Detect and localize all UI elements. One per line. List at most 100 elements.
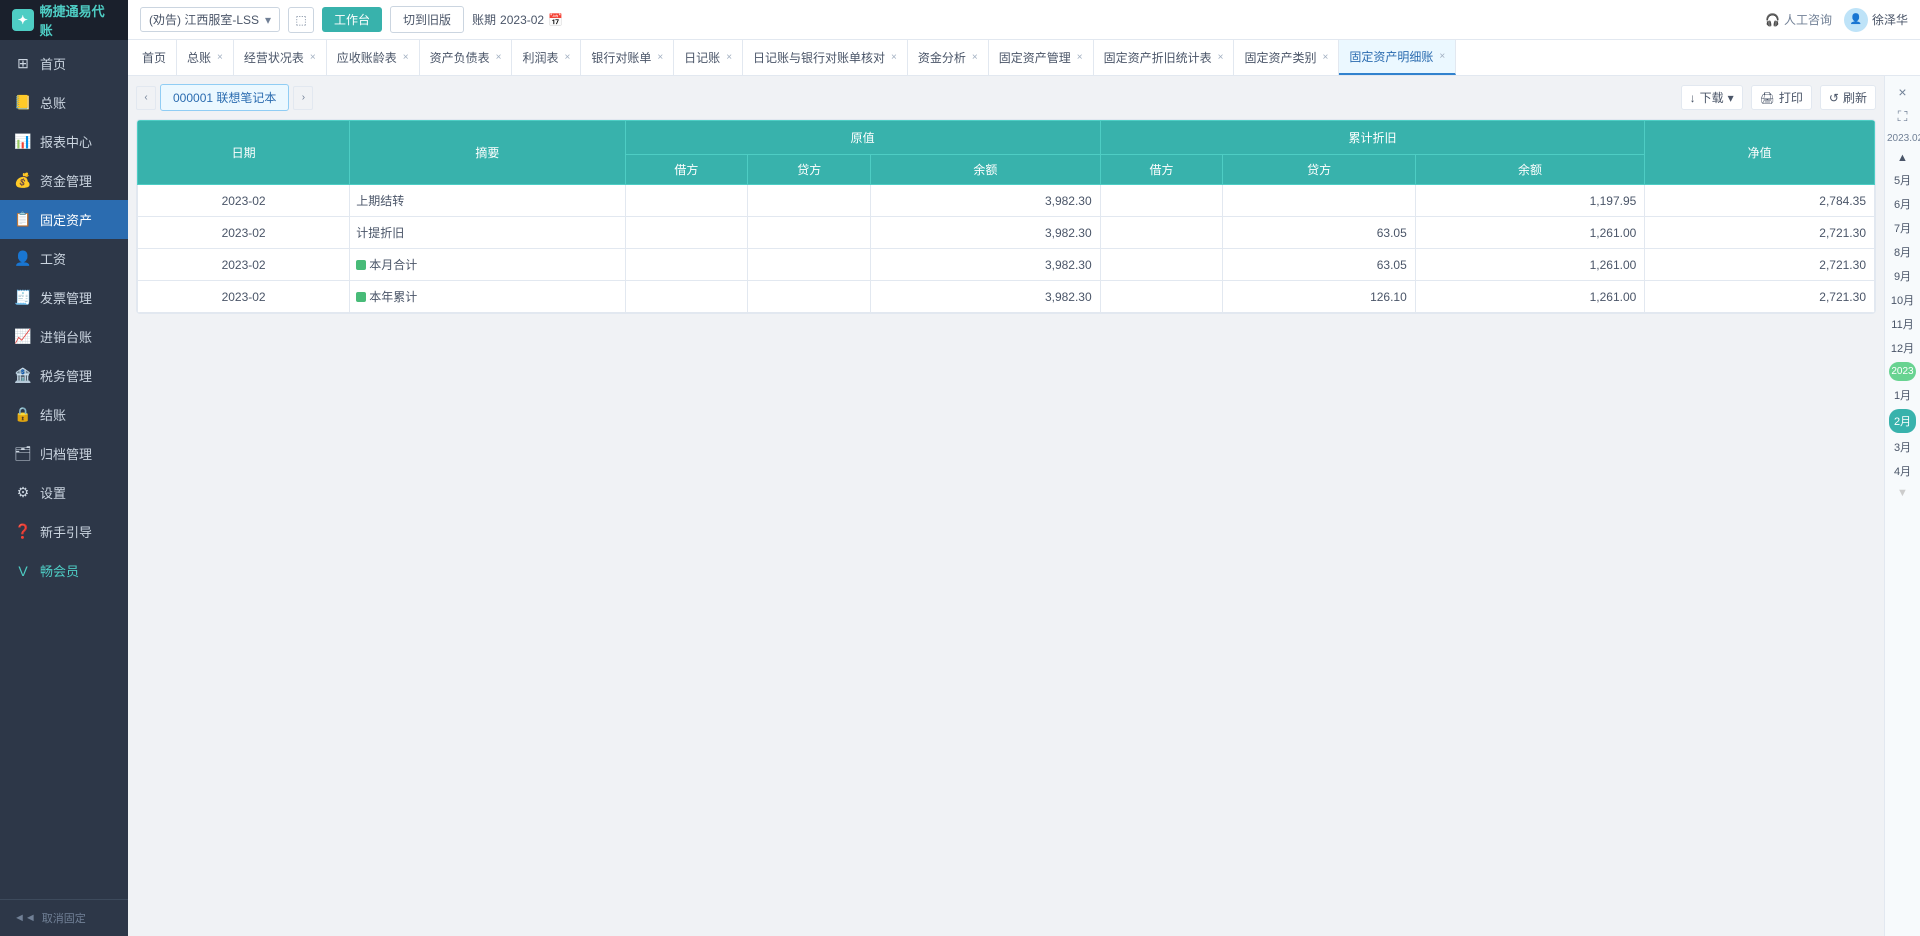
side-panel-period-top[interactable]: 2023.02 bbox=[1885, 129, 1920, 148]
tab-close-fixed-mgmt[interactable]: × bbox=[1077, 52, 1083, 63]
user-menu[interactable]: 👤 徐泽华 bbox=[1844, 8, 1908, 32]
tab-label-home: 首页 bbox=[142, 49, 166, 66]
side-panel-month-10[interactable]: 10月 bbox=[1885, 288, 1920, 312]
sidebar-item-ledger[interactable]: 📒 总账 bbox=[0, 83, 128, 122]
refresh-button[interactable]: ↺ 刷新 bbox=[1820, 85, 1876, 110]
sidebar-item-fixed-assets[interactable]: 📋固定资产 bbox=[0, 200, 128, 239]
tab-journal[interactable]: 日记账× bbox=[674, 40, 743, 75]
sidebar-item-sales-ledger[interactable]: 📈进销台账 bbox=[0, 317, 128, 356]
side-panel-down-arrow[interactable]: ▼ bbox=[1885, 483, 1920, 503]
tab-close-journal-bank[interactable]: × bbox=[891, 52, 897, 63]
copy-button[interactable]: ⬚ bbox=[288, 7, 314, 33]
side-panel-month-8[interactable]: 8月 bbox=[1885, 240, 1920, 264]
tab-label-fixed-mgmt: 固定资产管理 bbox=[999, 49, 1071, 66]
fixed-asset-detail-table: 日期 摘要 原值 累计折旧 净值 借方 贷方 余额 借方 贷方 余额 bbox=[137, 120, 1875, 313]
tab-close-receivable[interactable]: × bbox=[403, 52, 409, 63]
tab-fund-analysis[interactable]: 资金分析× bbox=[908, 40, 989, 75]
print-icon: 🖨 bbox=[1760, 91, 1775, 105]
cell-summary-1: 计提折旧 bbox=[350, 217, 625, 249]
sidebar-item-tax[interactable]: 🏦税务管理 bbox=[0, 356, 128, 395]
side-panel-month-2-active[interactable]: 2月 bbox=[1889, 409, 1916, 433]
side-panel-month-4[interactable]: 4月 bbox=[1885, 459, 1920, 483]
content-main: ‹ 000001 联想笔记本 › ↓ 下载 ▾ 🖨 打印 ↺ 刷新 bbox=[128, 76, 1884, 936]
tab-fixed-category[interactable]: 固定资产类别× bbox=[1234, 40, 1339, 75]
cell-accum-balance-2: 1,261.00 bbox=[1415, 249, 1645, 281]
sidebar-item-home[interactable]: ⊞首页 bbox=[0, 44, 128, 83]
sidebar-label-ledger: 总账 bbox=[40, 93, 66, 112]
side-panel-month-1[interactable]: 1月 bbox=[1885, 383, 1920, 407]
tab-close-profit[interactable]: × bbox=[564, 52, 570, 63]
tab-close-business[interactable]: × bbox=[310, 52, 316, 63]
switch-version-button[interactable]: 切到旧版 bbox=[390, 6, 464, 33]
side-panel-month-12[interactable]: 12月 bbox=[1885, 336, 1920, 360]
side-panel-month-6[interactable]: 6月 bbox=[1885, 192, 1920, 216]
tab-close-fund-analysis[interactable]: × bbox=[972, 52, 978, 63]
company-selector[interactable]: (劝告) 江西服室-LSS ▾ bbox=[140, 7, 280, 32]
sidebar-icon-ledger: 📒 bbox=[14, 94, 32, 111]
sub-tab-prev-btn[interactable]: ‹ bbox=[136, 86, 156, 110]
tab-close-balance[interactable]: × bbox=[496, 52, 502, 63]
tab-fixed-depreciation[interactable]: 固定资产折旧统计表× bbox=[1094, 40, 1235, 75]
cell-accum-debit-1 bbox=[1100, 217, 1223, 249]
side-panel-month-3[interactable]: 3月 bbox=[1885, 435, 1920, 459]
sidebar-item-guide[interactable]: ❓新手引导 bbox=[0, 512, 128, 551]
cell-orig-credit-0 bbox=[748, 185, 871, 217]
sidebar-icon-guide: ❓ bbox=[14, 523, 32, 540]
tab-bank-statement[interactable]: 银行对账单× bbox=[581, 40, 674, 75]
sidebar-item-invoice[interactable]: 🧾发票管理 bbox=[0, 278, 128, 317]
tab-close-ledger[interactable]: × bbox=[217, 52, 223, 63]
sidebar-item-settings[interactable]: ⚙设置 bbox=[0, 473, 128, 512]
tab-profit[interactable]: 利润表× bbox=[512, 40, 581, 75]
sidebar-icon-tax: 🏦 bbox=[14, 367, 32, 384]
cell-accum-credit-0 bbox=[1223, 185, 1415, 217]
side-panel-month-5[interactable]: 5月 bbox=[1885, 168, 1920, 192]
tab-close-fixed-category[interactable]: × bbox=[1322, 52, 1328, 63]
print-label: 打印 bbox=[1779, 89, 1803, 106]
tab-receivable[interactable]: 应收账龄表× bbox=[327, 40, 420, 75]
side-panel-close-btn[interactable]: × bbox=[1894, 80, 1910, 104]
sidebar-item-closing[interactable]: 🔒结账 bbox=[0, 395, 128, 434]
cell-orig-debit-3 bbox=[625, 281, 748, 313]
side-panel-month-9[interactable]: 9月 bbox=[1885, 264, 1920, 288]
cell-orig-balance-0: 3,982.30 bbox=[871, 185, 1101, 217]
copy-icon: ⬚ bbox=[295, 13, 306, 27]
tab-close-fixed-depreciation[interactable]: × bbox=[1218, 52, 1224, 63]
sidebar-item-member[interactable]: V畅会员 bbox=[0, 551, 128, 590]
tab-business[interactable]: 经营状况表× bbox=[234, 40, 327, 75]
tab-home[interactable]: 首页 bbox=[132, 40, 177, 75]
side-panel-year-2023[interactable]: 2023 bbox=[1889, 362, 1916, 381]
sidebar-item-report[interactable]: 📊报表中心 bbox=[0, 122, 128, 161]
toolbar-right: ↓ 下载 ▾ 🖨 打印 ↺ 刷新 bbox=[1681, 85, 1876, 110]
tab-label-balance: 资产负债表 bbox=[430, 49, 490, 66]
download-button[interactable]: ↓ 下载 ▾ bbox=[1681, 85, 1743, 110]
side-panel-month-11[interactable]: 11月 bbox=[1885, 312, 1920, 336]
sidebar-item-payroll[interactable]: 👤工资 bbox=[0, 239, 128, 278]
tab-close-bank-statement[interactable]: × bbox=[657, 52, 663, 63]
sub-tab-next-btn[interactable]: › bbox=[293, 86, 313, 110]
sidebar-icon-sales-ledger: 📈 bbox=[14, 328, 32, 345]
tab-close-fixed-detail[interactable]: × bbox=[1439, 51, 1445, 62]
tab-bar: 首页总账×经营状况表×应收账龄表×资产负债表×利润表×银行对账单×日记账×日记账… bbox=[128, 40, 1920, 76]
tab-balance[interactable]: 资产负债表 × bbox=[420, 40, 513, 75]
sub-tab-item[interactable]: 000001 联想笔记本 bbox=[160, 84, 289, 111]
side-panel-month-7[interactable]: 7月 bbox=[1885, 216, 1920, 240]
help-button[interactable]: 🎧 人工咨询 bbox=[1765, 11, 1832, 28]
period-selector[interactable]: 账期 2023-02 📅 bbox=[472, 11, 563, 28]
tab-close-journal[interactable]: × bbox=[726, 52, 732, 63]
tab-fixed-mgmt[interactable]: 固定资产管理 × bbox=[989, 40, 1094, 75]
col-original-value: 原值 bbox=[625, 121, 1100, 155]
worktable-button[interactable]: 工作台 bbox=[322, 7, 382, 32]
tab-fixed-detail[interactable]: 固定资产明细账× bbox=[1339, 40, 1456, 75]
sidebar-footer-toggle[interactable]: ◄◄ 取消固定 bbox=[0, 899, 128, 936]
sidebar-label-funds: 资金管理 bbox=[40, 171, 92, 190]
tab-ledger[interactable]: 总账× bbox=[177, 40, 234, 75]
side-panel-expand-btn[interactable]: ⛶ bbox=[1894, 104, 1912, 129]
sidebar-item-archive[interactable]: 🗂归档管理 bbox=[0, 434, 128, 473]
side-panel-up-arrow[interactable]: ▲ bbox=[1885, 148, 1920, 168]
tab-label-journal-bank: 日记账与银行对账单核对 bbox=[753, 49, 885, 66]
footer-label: 取消固定 bbox=[42, 910, 86, 926]
print-button[interactable]: 🖨 打印 bbox=[1751, 85, 1812, 110]
sidebar-item-funds[interactable]: 💰资金管理 bbox=[0, 161, 128, 200]
sidebar-label-payroll: 工资 bbox=[40, 249, 66, 268]
tab-journal-bank[interactable]: 日记账与银行对账单核对 × bbox=[743, 40, 908, 75]
